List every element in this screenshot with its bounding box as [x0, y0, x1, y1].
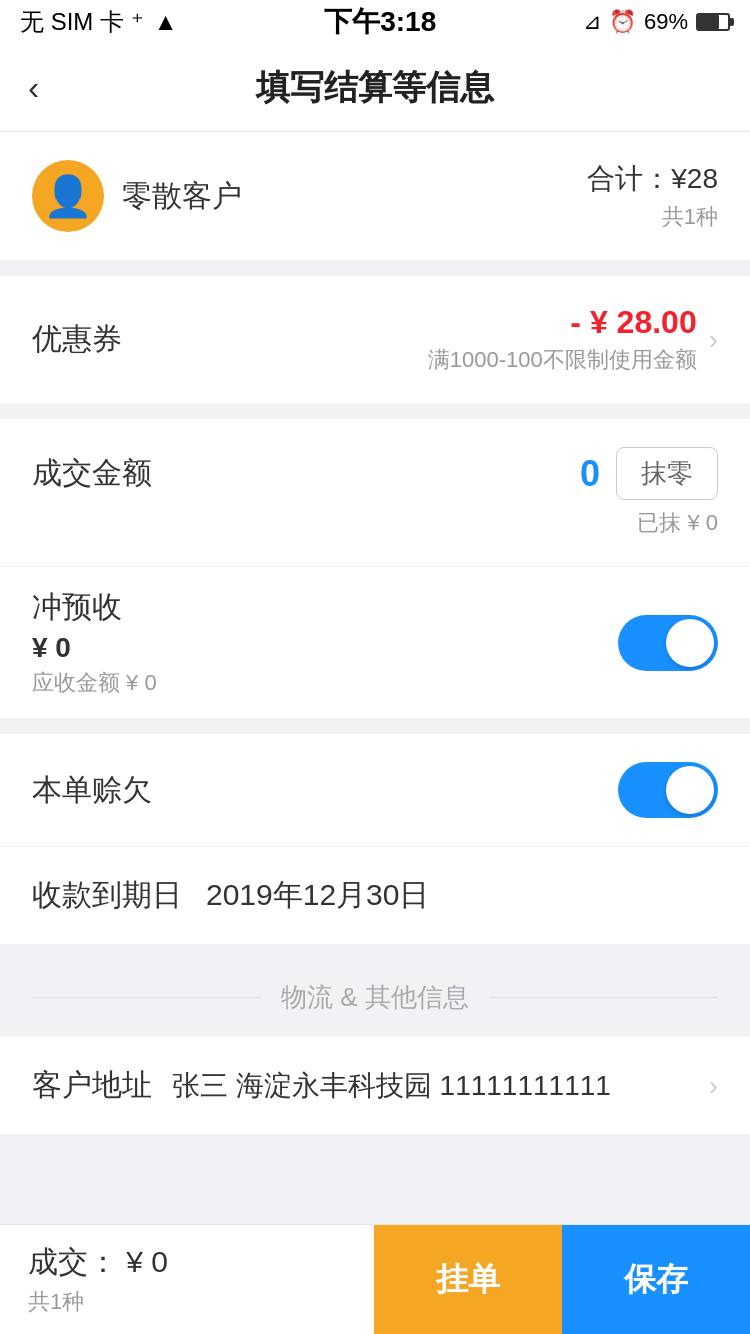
alarm-icon: ⏰: [609, 9, 636, 35]
customer-count: 共1种: [587, 202, 718, 232]
prepaid-sub: 应收金额 ¥ 0: [32, 668, 157, 698]
logistics-separator: 物流 & 其他信息: [0, 960, 750, 1035]
amount-value: 0: [580, 453, 600, 495]
amount-row: 成交金额 0 抹零: [0, 419, 750, 508]
bottom-info: 成交： ¥ 0 共1种: [0, 1225, 374, 1334]
prepaid-right: [618, 615, 718, 671]
avatar: 👤: [32, 160, 104, 232]
nav-bar: ‹ 填写结算等信息: [0, 44, 750, 132]
customer-right: 合计：¥28 共1种: [587, 160, 718, 232]
save-button[interactable]: 保存: [562, 1225, 750, 1334]
divider-4: [0, 944, 750, 960]
prepaid-left: 冲预收 ¥ 0 应收金额 ¥ 0: [32, 587, 157, 698]
status-time: 下午3:18: [324, 3, 436, 41]
divider-3: [0, 718, 750, 734]
due-row: 收款到期日 2019年12月30日: [0, 847, 750, 944]
battery-icon: [696, 13, 730, 31]
address-label: 客户地址: [32, 1065, 152, 1106]
chevron-right-icon: ›: [709, 324, 718, 356]
bottom-transaction-label: 成交：: [28, 1245, 118, 1278]
prepaid-row: 冲预收 ¥ 0 应收金额 ¥ 0: [0, 566, 750, 718]
back-button[interactable]: ‹: [28, 68, 39, 107]
debt-row: 本单赊欠: [0, 734, 750, 847]
debt-section: 本单赊欠 收款到期日 2019年12月30日: [0, 734, 750, 944]
due-label: 收款到期日: [32, 875, 182, 916]
address-value: 张三 海淀永丰科技园 11111111111: [172, 1067, 709, 1105]
bottom-bar: 成交： ¥ 0 共1种 挂单 保存: [0, 1224, 750, 1334]
divider-2: [0, 403, 750, 419]
coupon-desc: 满1000-100不限制使用金额: [428, 345, 697, 375]
bottom-count: 共1种: [28, 1287, 346, 1317]
address-row[interactable]: 客户地址 张三 海淀永丰科技园 11111111111 ›: [0, 1037, 750, 1134]
sim-label: 无 SIM 卡 ⁺: [20, 6, 144, 38]
customer-left: 👤 零散客户: [32, 160, 242, 232]
status-left: 无 SIM 卡 ⁺ ▲: [20, 6, 177, 38]
debt-right: [618, 762, 718, 818]
coupon-section: 优惠券 - ¥ 28.00 满1000-100不限制使用金额 ›: [0, 276, 750, 403]
toggle-knob: [666, 619, 714, 667]
prepaid-amount: ¥ 0: [32, 632, 71, 664]
divider-1: [0, 260, 750, 276]
customer-total: 合计：¥28: [587, 160, 718, 198]
amount-sub: 已抹 ¥ 0: [0, 508, 750, 566]
coupon-discount: - ¥ 28.00: [428, 304, 697, 341]
prepaid-toggle[interactable]: [618, 615, 718, 671]
customer-section: 👤 零散客户 合计：¥28 共1种: [0, 132, 750, 260]
nav-title: 填写结算等信息: [256, 65, 494, 111]
round-zero-button[interactable]: 抹零: [616, 447, 718, 500]
customer-name: 零散客户: [122, 176, 242, 217]
prepaid-label: 冲预收: [32, 587, 157, 628]
transaction-section: 成交金额 0 抹零 已抹 ¥ 0 冲预收 ¥ 0 应收金额 ¥ 0: [0, 419, 750, 718]
bottom-amount: 成交： ¥ 0: [28, 1242, 346, 1283]
toggle-knob-2: [666, 766, 714, 814]
location-icon: ⊿: [583, 9, 601, 35]
bottom-transaction-amount: ¥ 0: [126, 1245, 168, 1278]
content: 👤 零散客户 合计：¥28 共1种 优惠券 - ¥ 28.00 满1000-10…: [0, 132, 750, 1254]
status-bar: 无 SIM 卡 ⁺ ▲ 下午3:18 ⊿ ⏰ 69%: [0, 0, 750, 44]
coupon-label: 优惠券: [32, 319, 122, 360]
logistics-label: 物流 & 其他信息: [281, 980, 469, 1015]
avatar-icon: 👤: [43, 173, 93, 220]
battery-label: 69%: [644, 9, 688, 35]
coupon-row[interactable]: 优惠券 - ¥ 28.00 满1000-100不限制使用金额 ›: [0, 276, 750, 403]
coupon-right: - ¥ 28.00 满1000-100不限制使用金额 ›: [428, 304, 718, 375]
suspend-button[interactable]: 挂单: [374, 1225, 562, 1334]
debt-toggle[interactable]: [618, 762, 718, 818]
status-right: ⊿ ⏰ 69%: [583, 9, 730, 35]
address-chevron-icon: ›: [709, 1070, 718, 1102]
amount-right: 0 抹零: [580, 447, 718, 500]
due-value: 2019年12月30日: [206, 875, 429, 916]
debt-label: 本单赊欠: [32, 770, 152, 811]
coupon-value-wrap: - ¥ 28.00 满1000-100不限制使用金额: [428, 304, 697, 375]
wifi-icon: ▲: [154, 8, 178, 36]
amount-label: 成交金额: [32, 453, 152, 494]
